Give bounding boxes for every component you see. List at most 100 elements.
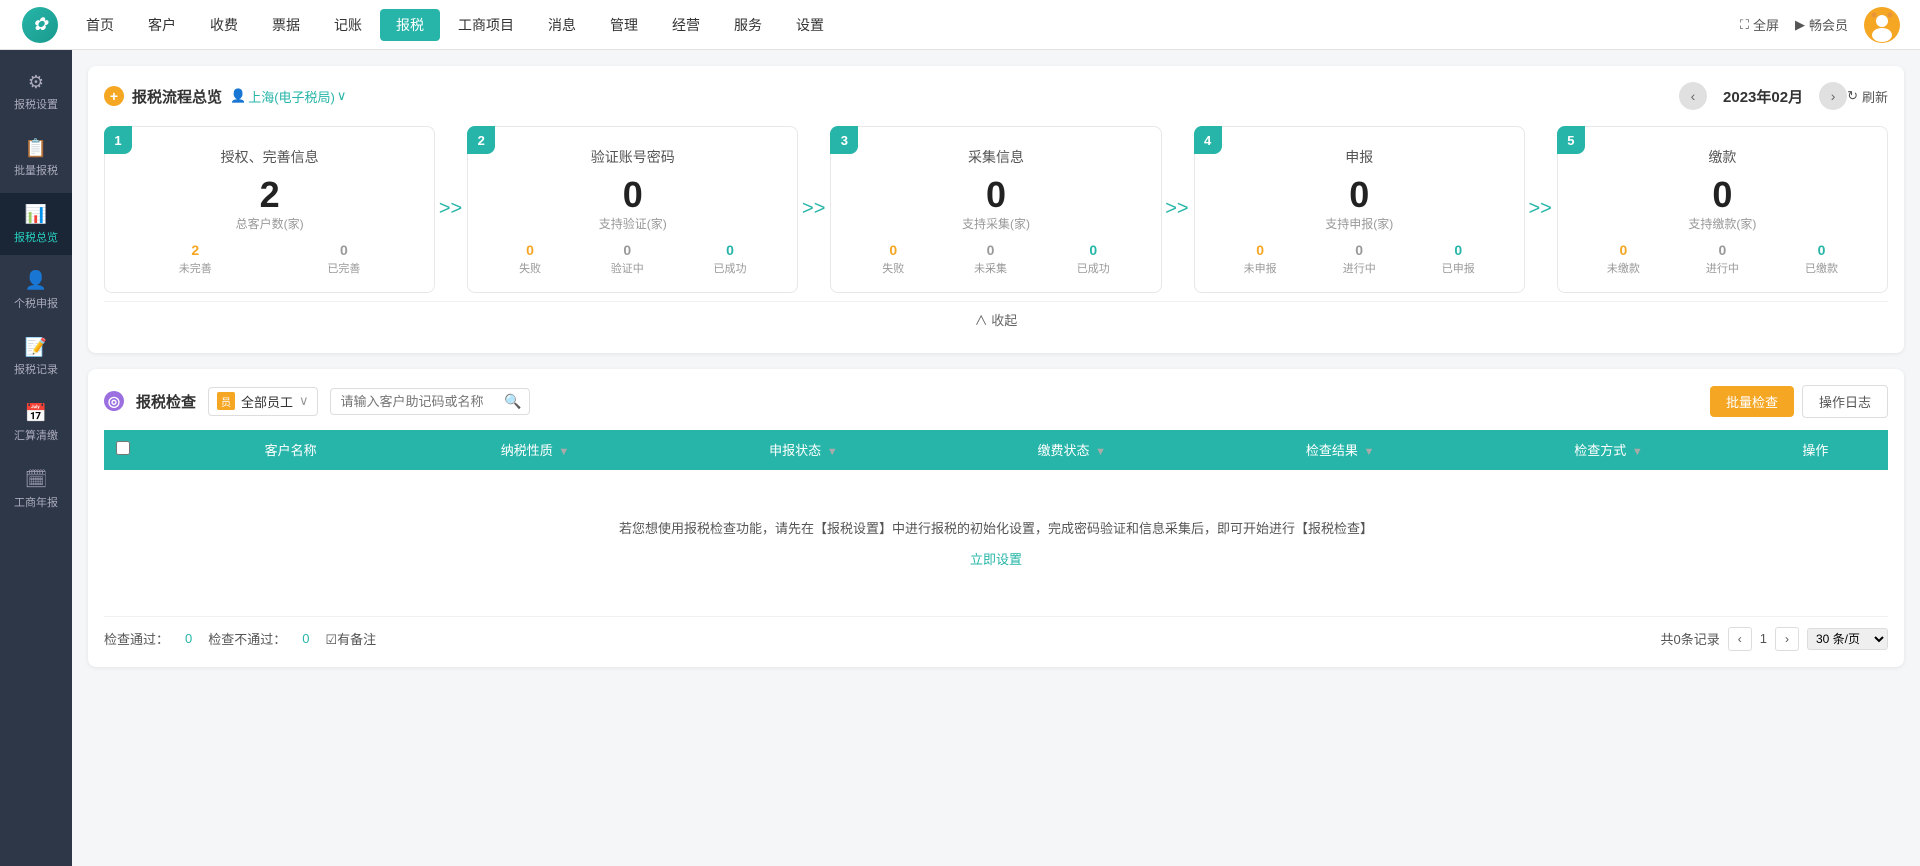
sidebar-item-工商年报[interactable]: 🗓 工商年报 <box>0 458 72 520</box>
sidebar-icon: 📊 <box>24 203 48 227</box>
fullscreen-label: 全屏 <box>1753 15 1779 34</box>
sidebar-item-报税总览[interactable]: 📊 报税总览 <box>0 193 72 255</box>
overview-icon: + <box>104 86 124 106</box>
prev-page-btn[interactable]: ‹ <box>1728 627 1752 651</box>
step-stat: 0 未申报 <box>1244 242 1277 276</box>
step-num: 2 <box>467 126 495 154</box>
logo: ✿ <box>10 7 70 43</box>
stat-num: 0 <box>726 242 734 258</box>
step-num: 4 <box>1194 126 1222 154</box>
sidebar-item-汇算清缴[interactable]: 📅 汇算清缴 <box>0 391 72 453</box>
checkbox-col <box>104 430 142 470</box>
fullscreen-btn[interactable]: ⛶ 全屏 <box>1740 15 1779 34</box>
select-all-checkbox[interactable] <box>116 441 130 455</box>
prev-month-btn[interactable]: ‹ <box>1679 82 1707 110</box>
stat-num: 0 <box>889 242 897 258</box>
step-stats: 0 未缴款 0 进行中 0 已缴款 <box>1574 242 1871 276</box>
stat-label: 失败 <box>882 260 904 276</box>
filter-method[interactable]: ▼ <box>1632 446 1643 458</box>
sidebar-label: 报税记录 <box>14 363 58 377</box>
nav-item-经营[interactable]: 经营 <box>656 9 716 41</box>
setup-link[interactable]: 立即设置 <box>970 549 1022 568</box>
nav-item-客户[interactable]: 客户 <box>132 9 192 41</box>
vip-label: 畅会员 <box>1809 15 1848 34</box>
refresh-icon: ↻ <box>1847 88 1858 104</box>
gear-col: ⚙ <box>142 430 180 470</box>
action-btns: 批量检查 操作日志 <box>1710 385 1888 418</box>
step-stat: 0 已成功 <box>714 242 747 276</box>
stat-num: 0 <box>987 242 995 258</box>
next-month-btn[interactable]: › <box>1819 82 1847 110</box>
sidebar-icon: ⚙ <box>24 70 48 94</box>
search-wrap: 🔍 <box>330 388 530 415</box>
step-title: 申报 <box>1211 143 1508 167</box>
employee-label: 全部员工 <box>241 392 293 411</box>
month-text: 2023年02月 <box>1723 86 1803 107</box>
sidebar-icon: 📝 <box>24 335 48 359</box>
col-operation: 操作 <box>1743 430 1888 470</box>
stat-num: 0 <box>340 242 348 258</box>
overview-header-row: + 报税流程总览 👤 上海(电子税局) ∨ ‹ 2023年02月 › ↻ 刷新 <box>104 82 1888 110</box>
per-page-select[interactable]: 30 条/页 50 条/页 100 条/页 <box>1807 628 1888 650</box>
step-num: 1 <box>104 126 132 154</box>
nav-item-消息[interactable]: 消息 <box>532 9 592 41</box>
batch-check-btn[interactable]: 批量检查 <box>1710 386 1794 417</box>
stat-label: 进行中 <box>1343 260 1376 276</box>
sidebar-item-个税申报[interactable]: 👤 个税申报 <box>0 259 72 321</box>
step-title: 采集信息 <box>847 143 1144 167</box>
search-icon[interactable]: 🔍 <box>504 393 521 410</box>
sidebar-item-批量报税[interactable]: 📋 批量报税 <box>0 126 72 188</box>
nav-item-收费[interactable]: 收费 <box>194 9 254 41</box>
vip-btn[interactable]: ▶ 畅会员 <box>1795 15 1848 34</box>
empty-cell: 若您想使用报税检查功能，请先在【报税设置】中进行报税的初始化设置，完成密码验证和… <box>104 470 1888 617</box>
process-step-1: 1 >> 授权、完善信息 2 总客户数(家) 2 未完善 0 已完善 <box>104 126 435 293</box>
settings-icon[interactable]: ⚙ <box>154 442 168 459</box>
step-arrow: >> <box>439 198 462 221</box>
step-arrow: >> <box>1165 198 1188 221</box>
empty-state: 若您想使用报税检查功能，请先在【报税设置】中进行报税的初始化设置，完成密码验证和… <box>116 478 1876 608</box>
stat-num: 0 <box>1454 242 1462 258</box>
step-title: 缴款 <box>1574 143 1871 167</box>
col-customer: 客户名称 <box>180 430 401 470</box>
avatar[interactable] <box>1864 7 1900 43</box>
refresh-btn[interactable]: ↻ 刷新 <box>1847 87 1888 106</box>
nav-item-管理[interactable]: 管理 <box>594 9 654 41</box>
nav-item-服务[interactable]: 服务 <box>718 9 778 41</box>
step-stat: 0 未缴款 <box>1607 242 1640 276</box>
fail-count[interactable]: 0 <box>302 631 309 646</box>
employee-select[interactable]: 员 全部员工 ∨ <box>208 387 318 416</box>
next-page-btn[interactable]: › <box>1775 627 1799 651</box>
collapse-btn[interactable]: ∧ 收起 <box>104 301 1888 337</box>
collapse-icon: ∧ <box>975 313 992 328</box>
search-input[interactable] <box>330 388 530 415</box>
filter-tax-nature[interactable]: ▼ <box>558 446 569 458</box>
nav-item-报税[interactable]: 报税 <box>380 9 440 41</box>
nav-item-首页[interactable]: 首页 <box>70 9 130 41</box>
sidebar-item-报税设置[interactable]: ⚙ 报税设置 <box>0 60 72 122</box>
pass-count[interactable]: 0 <box>185 631 192 646</box>
nav-item-票据[interactable]: 票据 <box>256 9 316 41</box>
stat-label: 未采集 <box>974 260 1007 276</box>
filter-pay[interactable]: ▼ <box>1095 446 1106 458</box>
stat-num: 0 <box>1619 242 1627 258</box>
filter-declare[interactable]: ▼ <box>827 446 838 458</box>
process-step-4: 4 >> 申报 0 支持申报(家) 0 未申报 0 进行中 0 已申报 <box>1194 126 1525 293</box>
sidebar-item-报税记录[interactable]: 📝 报税记录 <box>0 325 72 387</box>
step-stats: 0 失败 0 未采集 0 已成功 <box>847 242 1144 276</box>
nav-item-工商项目[interactable]: 工商项目 <box>442 9 530 41</box>
step-count: 0 <box>847 175 1144 215</box>
top-nav: ✿ 首页客户收费票据记账报税工商项目消息管理经营服务设置 ⛶ 全屏 ▶ 畅会员 <box>0 0 1920 50</box>
filter-check[interactable]: ▼ <box>1364 446 1375 458</box>
stat-label: 未申报 <box>1244 260 1277 276</box>
operation-log-btn[interactable]: 操作日志 <box>1802 385 1888 418</box>
nav-item-设置[interactable]: 设置 <box>780 9 840 41</box>
step-arrow: >> <box>802 198 825 221</box>
sidebar-label: 汇算清缴 <box>14 429 58 443</box>
step-num: 3 <box>830 126 858 154</box>
location-btn[interactable]: 👤 上海(电子税局) ∨ <box>230 87 346 106</box>
sidebar-icon: 📋 <box>24 136 48 160</box>
dropdown-icon: ∨ <box>337 88 347 104</box>
nav-item-记账[interactable]: 记账 <box>318 9 378 41</box>
process-steps: 1 >> 授权、完善信息 2 总客户数(家) 2 未完善 0 已完善 2 >> … <box>104 126 1888 293</box>
stat-num: 0 <box>1355 242 1363 258</box>
